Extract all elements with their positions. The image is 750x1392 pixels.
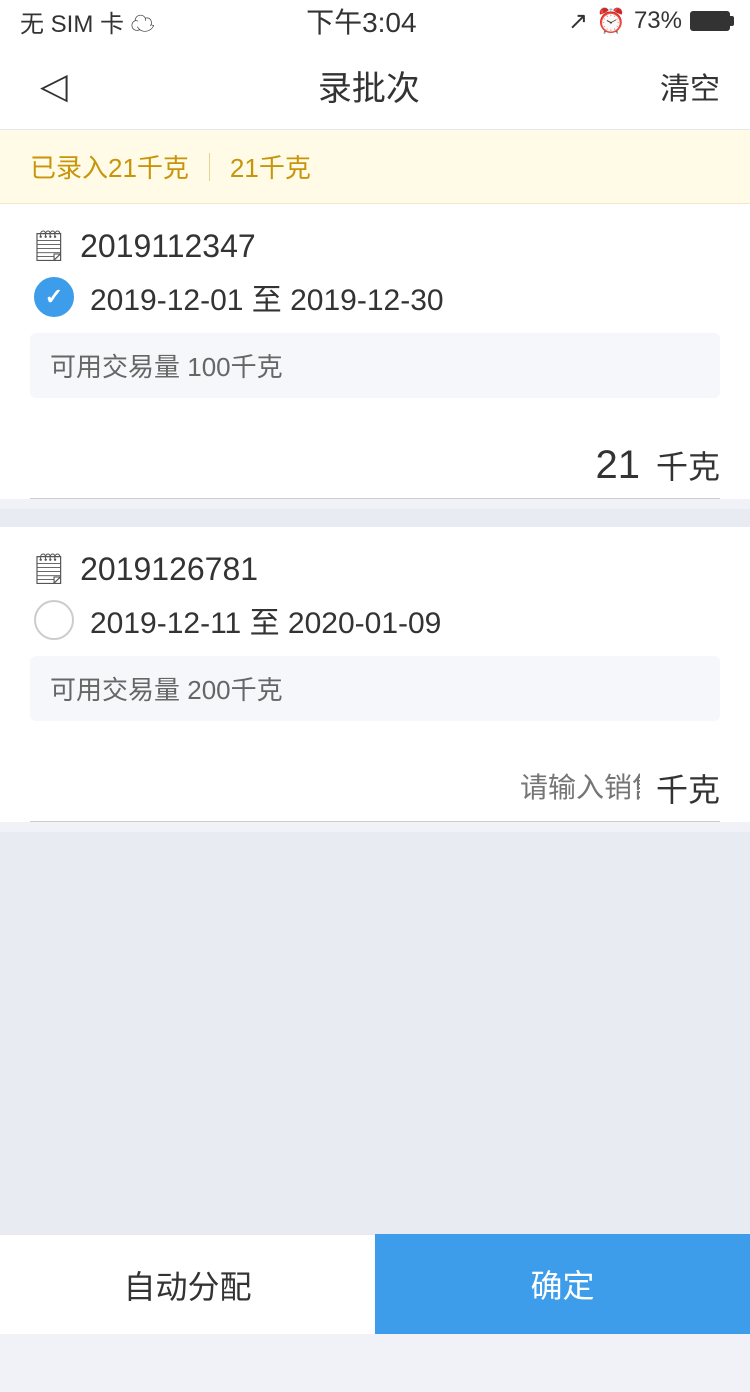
batch-2-quantity-row: 千克 <box>0 745 750 821</box>
batch-2-date: 2019-12-11 至 2020-01-09 <box>90 598 441 642</box>
sim-text: 无 SIM 卡 ☁ <box>20 4 155 39</box>
batch-2-radio[interactable] <box>34 600 74 640</box>
batch-1-availability-label: 可用交易量 <box>50 352 180 382</box>
info-banner: 已录入21千克 21千克 <box>0 130 750 204</box>
alarm-icon: ⏰ <box>596 7 626 36</box>
batch-2-availability: 可用交易量 200千克 <box>30 656 720 721</box>
status-bar: 无 SIM 卡 ☁ 下午3:04 ↗ ⏰ 73% <box>0 0 750 42</box>
batch-1-item: 🗒 2019112347 2019-12-01 至 2019-12-30 可用交… <box>0 204 750 422</box>
batch-2-availability-value: 200千克 <box>187 675 282 705</box>
batch-1-date: 2019-12-01 至 2019-12-30 <box>90 275 444 319</box>
batch-2-availability-label: 可用交易量 <box>50 675 180 705</box>
batch-1-header: 🗒 2019112347 <box>30 228 720 265</box>
confirm-button[interactable]: 确定 <box>375 1234 750 1334</box>
page-content: 已录入21千克 21千克 🗒 2019112347 2019-12-01 至 2… <box>0 130 750 1392</box>
batch-1-availability: 可用交易量 100千克 <box>30 333 720 398</box>
empty-area <box>0 832 750 1292</box>
battery-icon <box>690 11 730 31</box>
batch-1-quantity-row: 千克 <box>0 422 750 498</box>
batch-1-id: 2019112347 <box>80 228 256 265</box>
batch-2-quantity-input[interactable] <box>520 772 640 804</box>
batch-1-underline <box>30 498 720 499</box>
back-button[interactable]: ◁ <box>30 55 78 117</box>
banner-divider <box>209 153 210 181</box>
recorded-value: 21千克 <box>230 148 311 185</box>
batch-2-item: 🗒 2019126781 2019-12-11 至 2020-01-09 可用交… <box>0 527 750 745</box>
batch-2-unit: 千克 <box>656 765 720 811</box>
status-right: ↗ ⏰ 73% <box>568 7 730 36</box>
batch-2-section: 🗒 2019126781 2019-12-11 至 2020-01-09 可用交… <box>0 527 750 822</box>
batch-2-id-icon: 🗒 <box>30 552 68 587</box>
battery-percent: 73% <box>634 7 682 35</box>
batch-2-id: 2019126781 <box>80 551 258 588</box>
batch-2-underline <box>30 821 720 822</box>
section-divider <box>0 509 750 527</box>
location-icon: ↗ <box>568 7 588 36</box>
batch-1-radio[interactable] <box>34 277 74 317</box>
batch-1-section: 🗒 2019112347 2019-12-01 至 2019-12-30 可用交… <box>0 204 750 499</box>
batch-1-date-row[interactable]: 2019-12-01 至 2019-12-30 <box>30 275 720 319</box>
batch-1-availability-value: 100千克 <box>187 352 282 382</box>
status-left: 无 SIM 卡 ☁ <box>20 4 155 39</box>
batch-2-header: 🗒 2019126781 <box>30 551 720 588</box>
clear-button[interactable]: 清空 <box>660 64 720 108</box>
nav-bar: ◁ 录批次 清空 <box>0 42 750 130</box>
auto-distribute-button[interactable]: 自动分配 <box>0 1234 375 1334</box>
batch-1-id-icon: 🗒 <box>30 229 68 264</box>
footer: 自动分配 确定 <box>0 1234 750 1334</box>
batch-1-quantity-input[interactable] <box>520 443 640 488</box>
status-time: 下午3:04 <box>306 1 417 41</box>
page-title: 录批次 <box>318 61 420 110</box>
already-recorded-label: 已录入21千克 <box>30 148 189 185</box>
batch-2-date-row[interactable]: 2019-12-11 至 2020-01-09 <box>30 598 720 642</box>
batch-1-unit: 千克 <box>656 442 720 488</box>
